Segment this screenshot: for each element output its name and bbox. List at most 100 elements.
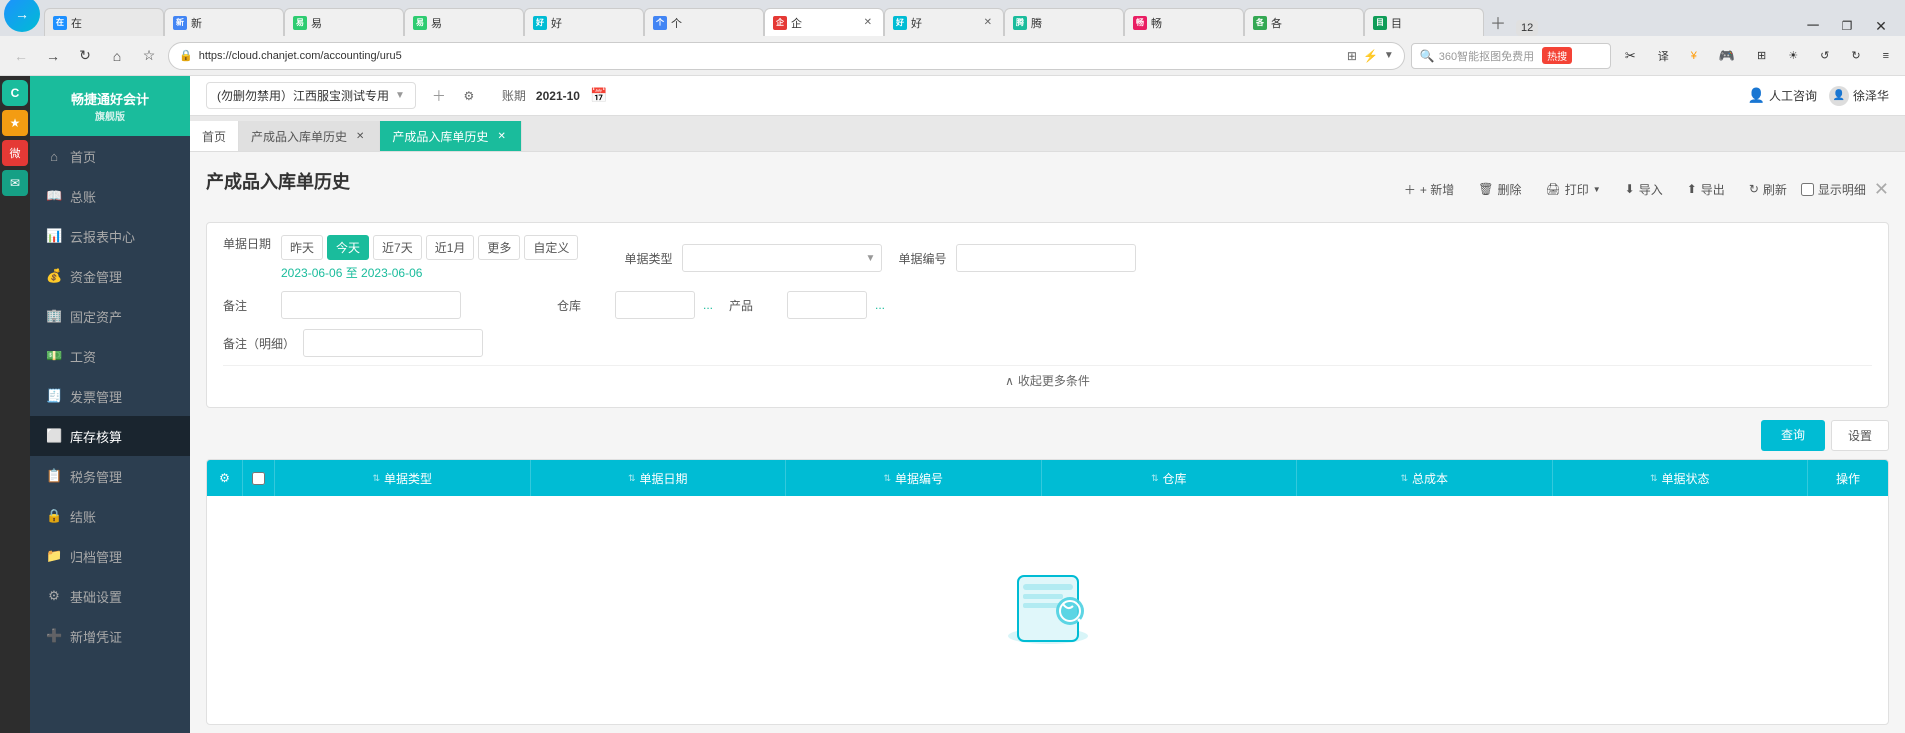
address-bar[interactable]: 🔒 https://cloud.chanjet.com/accounting/u…: [168, 42, 1405, 70]
th-checkbox[interactable]: [243, 460, 275, 496]
browser-tab-5[interactable]: 好 好: [524, 8, 644, 36]
delete-btn[interactable]: 🗑 删除: [1468, 176, 1531, 203]
collapse-btn[interactable]: ∧ 收起更多条件: [223, 365, 1872, 395]
show-detail-checkbox[interactable]: [1801, 183, 1814, 196]
nav-item-invoice[interactable]: 🧾 发票管理: [30, 376, 190, 416]
app-icon-email[interactable]: ✉: [2, 170, 28, 196]
remark-filter-input[interactable]: [281, 291, 461, 319]
browser-tab-3[interactable]: 易 易: [284, 8, 404, 36]
cut-toolbar-btn[interactable]: ✂: [1617, 43, 1644, 69]
undo-toolbar-btn[interactable]: ↺: [1812, 43, 1837, 69]
page-tab-history-1[interactable]: 产成品入库单历史 ✕: [239, 121, 380, 151]
tab-close-8[interactable]: ✕: [981, 16, 995, 29]
company-selector[interactable]: (勿删勿禁用）江西服宝测试专用 ▼: [206, 82, 416, 109]
currency-toolbar-btn[interactable]: ¥: [1683, 43, 1705, 69]
nav-item-inventory[interactable]: ⬜ 库存核算: [30, 416, 190, 456]
product-more-icon[interactable]: ...: [875, 298, 885, 312]
nav-item-payroll[interactable]: 💵 工资: [30, 336, 190, 376]
th-cost[interactable]: ⇅ 总成本: [1297, 460, 1553, 496]
nav-item-settlement[interactable]: 🔒 结账: [30, 496, 190, 536]
browser-tab-1[interactable]: 在 在: [44, 8, 164, 36]
page-tab-history-2[interactable]: 产成品入库单历史 ✕: [380, 121, 521, 151]
th-date[interactable]: ⇅ 单据日期: [531, 460, 787, 496]
browser-tab-9[interactable]: 腾 腾: [1004, 8, 1124, 36]
nav-item-home[interactable]: ⌂ 首页: [30, 136, 190, 176]
redo-toolbar-btn[interactable]: ↻: [1843, 43, 1868, 69]
th-status[interactable]: ⇅ 单据状态: [1553, 460, 1809, 496]
sun-toolbar-btn[interactable]: ☀: [1780, 43, 1806, 69]
print-btn[interactable]: 🖨 打印 ▼: [1535, 176, 1610, 203]
browser-tab-10[interactable]: 畅 畅: [1124, 8, 1244, 36]
browser-tab-8[interactable]: 好 好 ✕: [884, 8, 1004, 36]
browser-tab-7[interactable]: 企 企 ✕: [764, 8, 884, 36]
nav-item-fixed-asset[interactable]: 🏢 固定资产: [30, 296, 190, 336]
app-icon-star[interactable]: ★: [2, 110, 28, 136]
restore-button[interactable]: ❐: [1831, 16, 1863, 36]
nav-item-ledger[interactable]: 📖 总账: [30, 176, 190, 216]
app-icon-weibo[interactable]: 微: [2, 140, 28, 166]
nav-item-cloud-report[interactable]: 📊 云报表中心: [30, 216, 190, 256]
new-tab-button[interactable]: ＋: [1484, 8, 1512, 36]
type-select[interactable]: ▼: [682, 244, 882, 272]
page-tab-home[interactable]: 首页: [190, 121, 239, 151]
history-tab-1-close[interactable]: ✕: [353, 130, 367, 143]
nav-item-fund[interactable]: 💰 资金管理: [30, 256, 190, 296]
num-filter-input[interactable]: [956, 244, 1136, 272]
product-filter-input[interactable]: [787, 291, 867, 319]
browser-tab-2[interactable]: 新 新: [164, 8, 284, 36]
warehouse-more-icon[interactable]: ...: [703, 298, 713, 312]
date-btn-7days[interactable]: 近7天: [373, 235, 422, 260]
browser-tab-4[interactable]: 易 易: [404, 8, 524, 36]
settings-btn[interactable]: ⚙: [456, 83, 482, 109]
refresh-btn[interactable]: ↻ 刷新: [1739, 176, 1797, 203]
more-toolbar-btn[interactable]: ≡: [1875, 43, 1897, 69]
calendar-icon[interactable]: 📅: [590, 87, 607, 104]
th-settings[interactable]: ⚙: [207, 460, 243, 496]
new-btn[interactable]: ＋ + 新增: [1394, 176, 1464, 203]
user-profile-btn[interactable]: 👤 徐泽华: [1829, 86, 1889, 106]
minimize-button[interactable]: ─: [1797, 16, 1829, 36]
th-num[interactable]: ⇅ 单据编号: [786, 460, 1042, 496]
home-button[interactable]: ⌂: [104, 43, 130, 69]
show-detail-btn[interactable]: 显示明细: [1801, 181, 1866, 198]
date-btn-1month[interactable]: 近1月: [426, 235, 475, 260]
close-button[interactable]: ✕: [1865, 16, 1897, 36]
app-icon-chanjet[interactable]: C: [2, 80, 28, 106]
search-bar-360[interactable]: 🔍 360智能抠图免费用 热搜: [1411, 43, 1611, 69]
back-button[interactable]: ←: [8, 43, 34, 69]
refresh-browser-button[interactable]: ↻: [72, 43, 98, 69]
tab-close-7[interactable]: ✕: [861, 16, 875, 29]
add-company-btn[interactable]: ＋: [432, 86, 446, 106]
history-tab-2-close[interactable]: ✕: [494, 130, 508, 143]
select-all-checkbox[interactable]: [252, 472, 265, 485]
browser-tab-11[interactable]: 各 各: [1244, 8, 1364, 36]
print-icon: 🖨: [1545, 182, 1560, 196]
warehouse-filter-input[interactable]: [615, 291, 695, 319]
browser-tab-12[interactable]: 目 目: [1364, 8, 1484, 36]
remark-detail-input[interactable]: [303, 329, 483, 357]
date-btn-yesterday[interactable]: 昨天: [281, 235, 323, 260]
th-type[interactable]: ⇅ 单据类型: [275, 460, 531, 496]
query-btn[interactable]: 查询: [1761, 420, 1825, 451]
bookmark-button[interactable]: ☆: [136, 43, 162, 69]
grid-toolbar-btn[interactable]: ⊞: [1749, 43, 1774, 69]
nav-item-new-voucher[interactable]: ➕ 新增凭证: [30, 616, 190, 656]
game-toolbar-btn[interactable]: 🎮: [1711, 43, 1743, 69]
import-btn[interactable]: ⬇ 导入: [1615, 176, 1673, 203]
forward-button[interactable]: →: [40, 43, 66, 69]
settings-query-btn[interactable]: 设置: [1831, 420, 1889, 451]
plus-icon: ＋: [1404, 181, 1416, 198]
close-panel-btn[interactable]: ✕: [1874, 179, 1889, 200]
translate-toolbar-btn[interactable]: 译: [1650, 43, 1677, 69]
th-warehouse[interactable]: ⇅ 仓库: [1042, 460, 1298, 496]
date-btn-more[interactable]: 更多: [478, 235, 520, 260]
nav-item-tax[interactable]: 📋 税务管理: [30, 456, 190, 496]
date-btn-custom[interactable]: 自定义: [524, 235, 578, 260]
ai-consult-btn[interactable]: 👤 人工咨询: [1748, 87, 1817, 104]
date-btn-today[interactable]: 今天: [327, 235, 369, 260]
export-btn[interactable]: ⬆ 导出: [1677, 176, 1735, 203]
nav-item-archive[interactable]: 📁 归档管理: [30, 536, 190, 576]
nav-item-basic[interactable]: ⚙ 基础设置: [30, 576, 190, 616]
browser-tab-6[interactable]: 个 个: [644, 8, 764, 36]
dropdown-icon[interactable]: ▼: [1384, 50, 1394, 61]
